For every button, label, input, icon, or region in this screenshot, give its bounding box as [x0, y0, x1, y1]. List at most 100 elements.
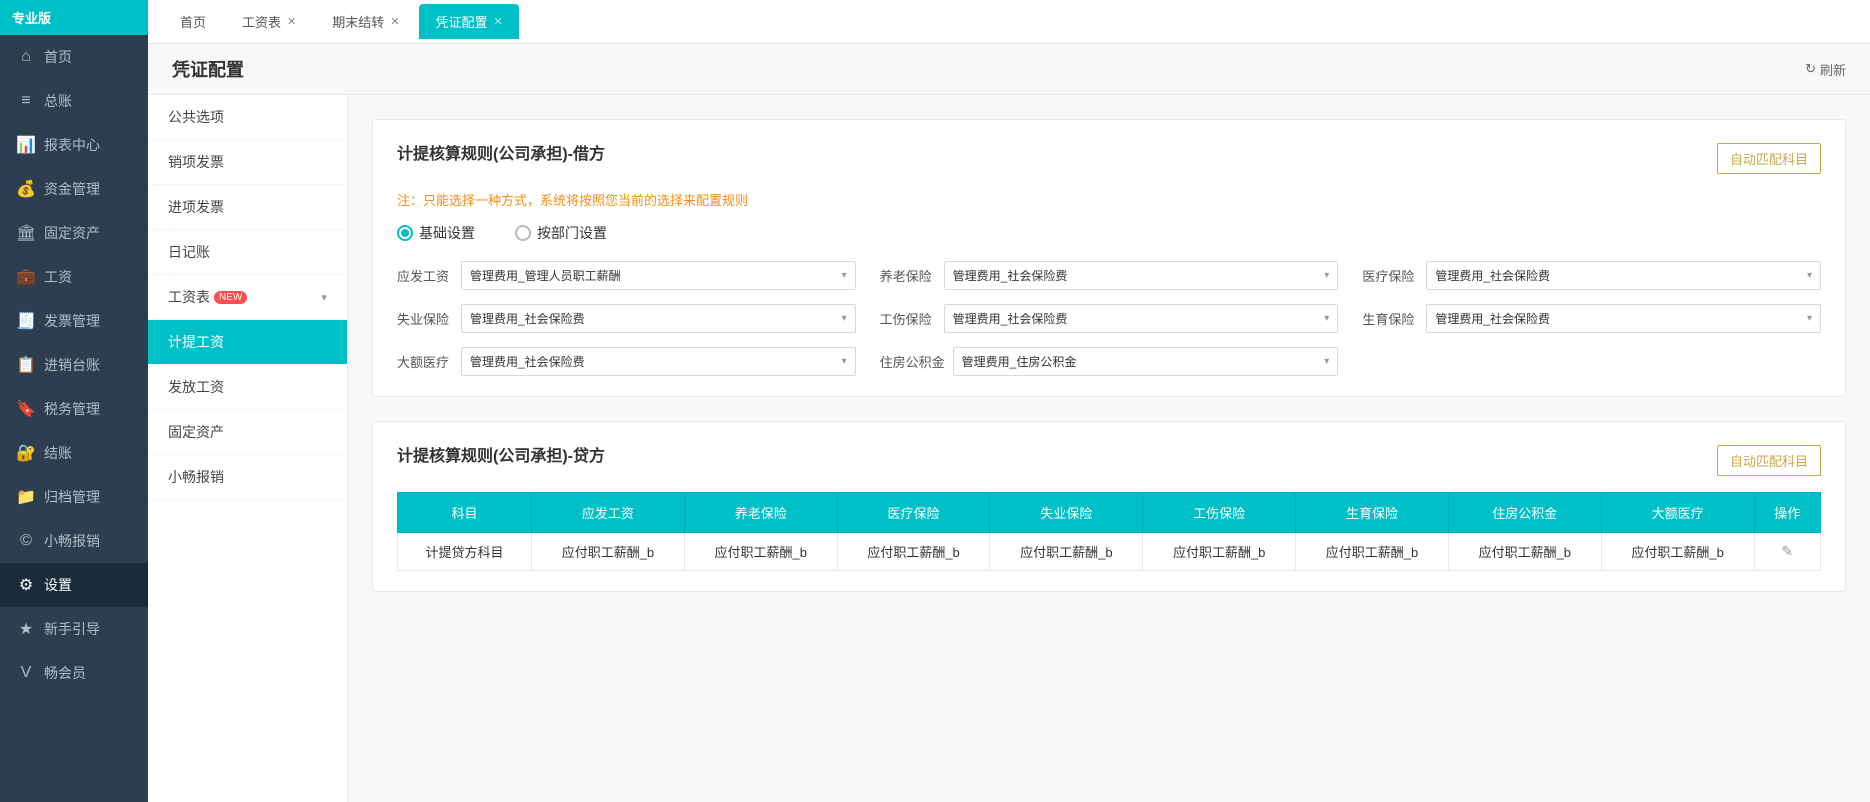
- tab-payroll-close[interactable]: ✕: [287, 15, 296, 28]
- main-area: 首页 工资表 ✕ 期末结转 ✕ 凭证配置 ✕ 凭证配置 ↻ 刷新 公共选项: [148, 0, 1870, 802]
- cell-gongshang: 应付职工薪酬_b: [1143, 533, 1296, 571]
- select-daeyiliao[interactable]: 管理费用_社会保险费 ▾: [461, 347, 856, 376]
- nav-item-accrual-salary[interactable]: 计提工资: [148, 320, 347, 365]
- col-header-action: 操作: [1754, 493, 1820, 533]
- chevron-down-icon: ▾: [842, 356, 847, 367]
- cell-subject: 计提贷方科目: [398, 533, 532, 571]
- select-gongjijin[interactable]: 管理费用_住房公积金 ▾: [953, 347, 1339, 376]
- archive-icon: 📁: [16, 487, 36, 507]
- tab-payroll[interactable]: 工资表 ✕: [226, 4, 312, 39]
- col-header-yanglao: 养老保险: [684, 493, 837, 533]
- col-header-daeyiliao: 大额医疗: [1601, 493, 1754, 533]
- sidebar-item-reports[interactable]: 📊 报表中心: [0, 123, 148, 167]
- col-header-subject: 科目: [398, 493, 532, 533]
- nav-item-pay-salary[interactable]: 发放工资: [148, 365, 347, 410]
- sidebar-item-label: 资金管理: [44, 179, 100, 199]
- label-gongjijin: 住房公积金: [880, 352, 945, 371]
- reports-icon: 📊: [16, 135, 36, 155]
- sidebar-item-label: 畅会员: [44, 663, 86, 683]
- select-yiliao[interactable]: 管理费用_社会保险费 ▾: [1426, 261, 1821, 290]
- cell-action[interactable]: ✎: [1754, 533, 1820, 571]
- chevron-down-icon: ▾: [1324, 270, 1329, 281]
- label-shengyu: 生育保险: [1362, 309, 1418, 328]
- chevron-down-icon: ▾: [321, 291, 327, 304]
- left-nav: 公共选项 销项发票 进项发票 日记账 工资表 NEW ▾ 计提工资 发放工资: [148, 95, 348, 802]
- sidebar-item-label: 首页: [44, 47, 72, 67]
- sidebar-item-stockbook[interactable]: 📋 进销台账: [0, 343, 148, 387]
- nav-item-journal[interactable]: 日记账: [148, 230, 347, 275]
- cell-shengyu: 应付职工薪酬_b: [1296, 533, 1449, 571]
- refresh-button[interactable]: ↻ 刷新: [1805, 60, 1846, 79]
- label-yingfa: 应发工资: [397, 266, 453, 285]
- sidebar-item-ledger[interactable]: ≡ 总账: [0, 79, 148, 123]
- edit-icon[interactable]: ✎: [1781, 543, 1793, 559]
- guide-icon: ★: [16, 619, 36, 639]
- select-shiye[interactable]: 管理费用_社会保险费 ▾: [461, 304, 856, 333]
- chevron-down-icon: ▾: [842, 270, 847, 281]
- sidebar-item-invoice[interactable]: 🧾 发票管理: [0, 299, 148, 343]
- stockbook-icon: 📋: [16, 355, 36, 375]
- radio-dept-circle: [515, 225, 531, 241]
- sidebar-item-label: 小畅报销: [44, 531, 100, 551]
- sidebar-item-label: 进销台账: [44, 355, 100, 375]
- radio-dept-settings[interactable]: 按部门设置: [515, 223, 607, 243]
- sidebar-item-close[interactable]: 🔐 结账: [0, 431, 148, 475]
- refresh-label: 刷新: [1820, 60, 1846, 79]
- sidebar: 专业版 ⌂ 首页 ≡ 总账 📊 报表中心 💰 资金管理 🏛 固定资产 💼 工资 …: [0, 0, 148, 802]
- nav-label: 小畅报销: [168, 467, 224, 487]
- brand-label: 专业版: [0, 0, 148, 35]
- radio-basic-settings[interactable]: 基础设置: [397, 223, 475, 243]
- invoice-icon: 🧾: [16, 311, 36, 331]
- sidebar-item-home[interactable]: ⌂ 首页: [0, 35, 148, 79]
- tab-period-close[interactable]: ✕: [390, 15, 399, 28]
- form-row-yanglao: 养老保险 管理费用_社会保险费 ▾: [880, 261, 1339, 290]
- sidebar-item-assets[interactable]: 🏛 固定资产: [0, 211, 148, 255]
- chevron-down-icon: ▾: [1807, 313, 1812, 324]
- nav-label: 公共选项: [168, 107, 224, 127]
- form-row-yingfa: 应发工资 管理费用_管理人员职工薪酬 ▾: [397, 261, 856, 290]
- debit-auto-match-button[interactable]: 自动匹配科目: [1717, 143, 1821, 174]
- sidebar-item-label: 设置: [44, 575, 72, 595]
- debit-section: 计提核算规则(公司承担)-借方 自动匹配科目 注：只能选择一种方式，系统将按照您…: [372, 119, 1846, 397]
- label-daeyiliao: 大额医疗: [397, 352, 453, 371]
- sidebar-item-xiaochang-expense[interactable]: © 小畅报销: [0, 519, 148, 563]
- chevron-down-icon: ▾: [842, 313, 847, 324]
- sidebar-item-vip[interactable]: V 畅会员: [0, 651, 148, 695]
- label-yiliao: 医疗保险: [1362, 266, 1418, 285]
- cell-yiliao: 应付职工薪酬_b: [837, 533, 990, 571]
- nav-item-payroll-table[interactable]: 工资表 NEW ▾: [148, 275, 347, 320]
- nav-label: 销项发票: [168, 152, 224, 172]
- nav-item-purchase-invoice[interactable]: 进项发票: [148, 185, 347, 230]
- sidebar-item-tax[interactable]: 🔖 税务管理: [0, 387, 148, 431]
- sidebar-item-label: 结账: [44, 443, 72, 463]
- col-header-yiliao: 医疗保险: [837, 493, 990, 533]
- sidebar-item-guide[interactable]: ★ 新手引导: [0, 607, 148, 651]
- label-shiye: 失业保险: [397, 309, 453, 328]
- credit-auto-match-button[interactable]: 自动匹配科目: [1717, 445, 1821, 476]
- sidebar-item-salary[interactable]: 💼 工资: [0, 255, 148, 299]
- tab-home-label: 首页: [180, 12, 206, 31]
- select-gongshang[interactable]: 管理费用_社会保险费 ▾: [944, 304, 1339, 333]
- tab-period-transfer[interactable]: 期末结转 ✕: [316, 4, 415, 39]
- nav-item-public[interactable]: 公共选项: [148, 95, 347, 140]
- nav-item-xiaochang-reimbursement[interactable]: 小畅报销: [148, 455, 347, 500]
- label-yanglao: 养老保险: [880, 266, 936, 285]
- home-icon: ⌂: [16, 48, 36, 66]
- sidebar-item-settings[interactable]: ⚙ 设置: [0, 563, 148, 607]
- col-header-yingfa: 应发工资: [532, 493, 685, 533]
- select-shengyu[interactable]: 管理费用_社会保险费 ▾: [1426, 304, 1821, 333]
- sidebar-item-label: 发票管理: [44, 311, 100, 331]
- select-yanglao[interactable]: 管理费用_社会保险费 ▾: [944, 261, 1339, 290]
- form-row-shengyu: 生育保险 管理费用_社会保险费 ▾: [1362, 304, 1821, 333]
- tab-home[interactable]: 首页: [164, 4, 222, 39]
- label-gongshang: 工伤保险: [880, 309, 936, 328]
- tab-voucher-close[interactable]: ✕: [494, 15, 503, 28]
- col-header-gongjijin: 住房公积金: [1448, 493, 1601, 533]
- tab-voucher-config[interactable]: 凭证配置 ✕: [419, 4, 518, 39]
- sidebar-item-archive[interactable]: 📁 归档管理: [0, 475, 148, 519]
- nav-item-sales-invoice[interactable]: 销项发票: [148, 140, 347, 185]
- select-yingfa[interactable]: 管理费用_管理人员职工薪酬 ▾: [461, 261, 856, 290]
- nav-item-fixed-assets[interactable]: 固定资产: [148, 410, 347, 455]
- assets-icon: 🏛: [16, 223, 36, 243]
- sidebar-item-funds[interactable]: 💰 资金管理: [0, 167, 148, 211]
